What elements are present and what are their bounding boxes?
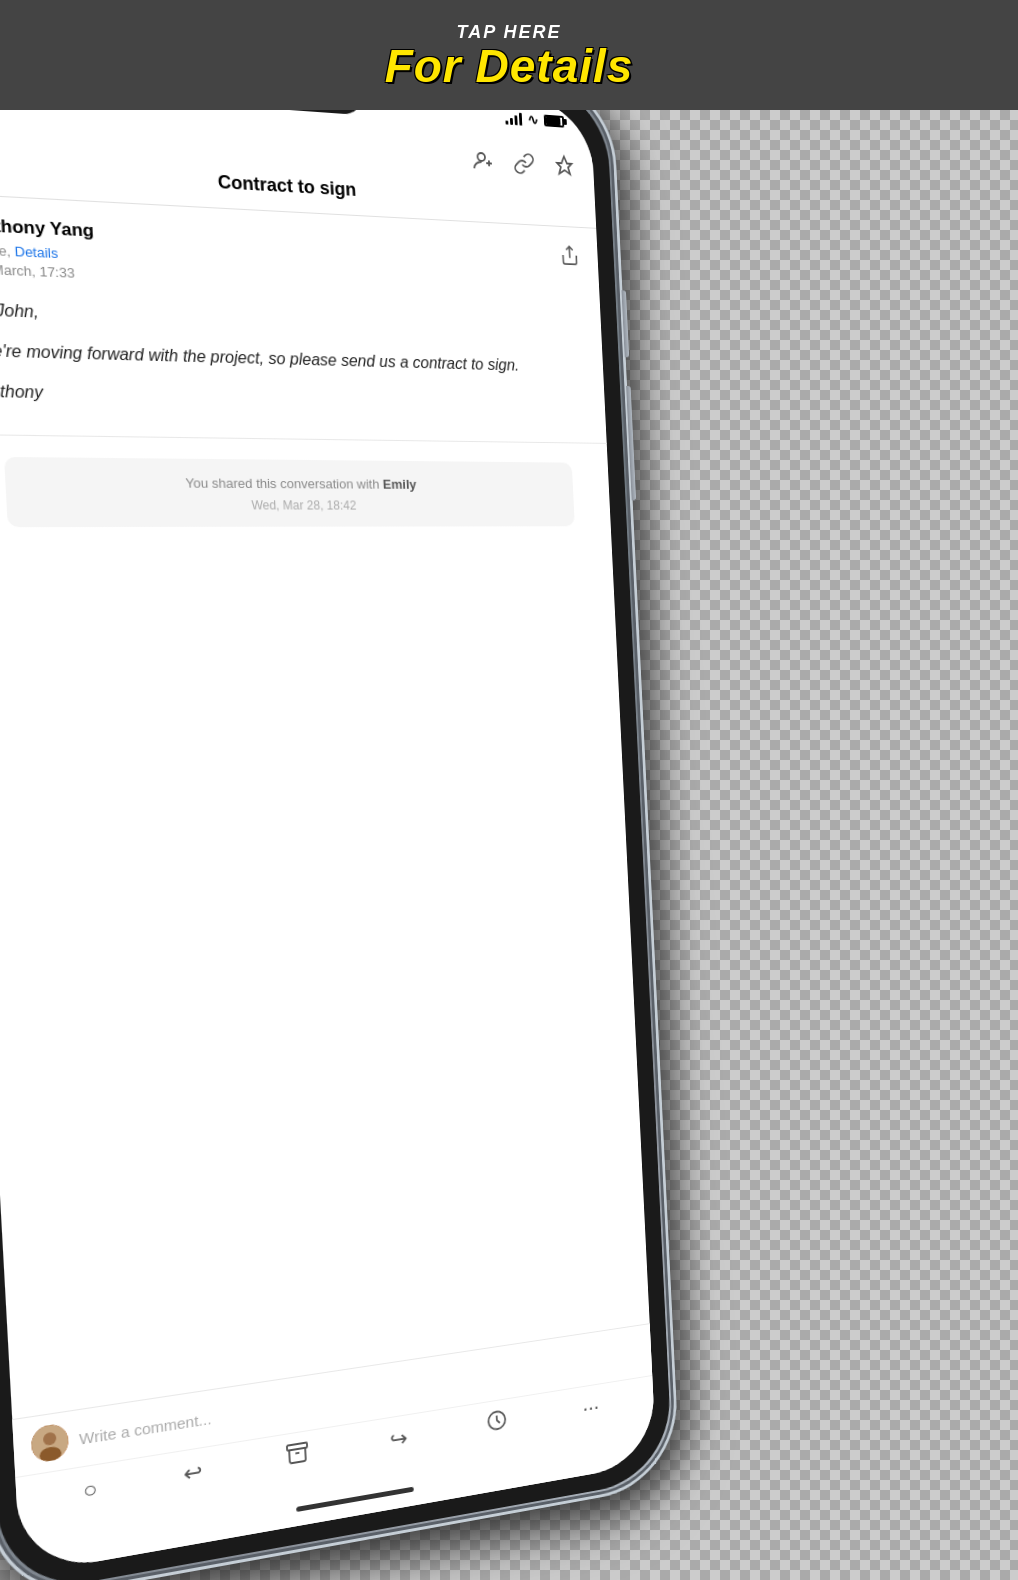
shared-notification: You shared this conversation with Emily … [4, 457, 575, 527]
status-icons: ∿ [505, 110, 564, 130]
shared-date: Wed, Mar 28, 18:42 [24, 497, 560, 512]
shared-text: You shared this conversation with Emily [22, 472, 558, 495]
add-contact-icon[interactable] [472, 149, 496, 179]
email-date: 28 March, 17:33 [0, 261, 75, 281]
pin-icon[interactable] [553, 154, 576, 183]
more-icon[interactable]: ··· [582, 1394, 600, 1421]
svg-point-0 [477, 153, 485, 161]
back-button[interactable]: ‹ [0, 116, 5, 146]
archive-icon[interactable] [285, 1439, 311, 1473]
screen-inner: 18:42 ∿ [0, 53, 657, 1575]
phone-screen: 18:42 ∿ [0, 53, 657, 1575]
svg-line-8 [296, 1453, 300, 1454]
details-link[interactable]: Details [14, 243, 58, 261]
share-icon[interactable] [559, 244, 580, 271]
signature: Anthony [0, 377, 587, 416]
power-button [621, 290, 629, 357]
wifi-icon: ∿ [527, 111, 539, 127]
circle-icon[interactable]: ○ [82, 1476, 98, 1505]
svg-line-3 [569, 246, 570, 258]
email-message: Anthony Yang to Me, Details 28 March, 17… [0, 194, 607, 444]
shared-name: Emily [382, 477, 416, 492]
signal-icon [505, 111, 522, 126]
volume-button-right [626, 386, 636, 501]
forward-icon[interactable]: ↪ [390, 1425, 409, 1453]
home-indicator-bar [296, 1486, 414, 1511]
nav-icons [472, 149, 577, 184]
for-details-label: For Details [385, 43, 634, 89]
svg-rect-7 [287, 1442, 307, 1450]
greeting: Hi John, [0, 297, 584, 344]
email-body-text: We're moving forward with the project, s… [0, 337, 586, 380]
reply-icon[interactable]: ↩ [183, 1458, 203, 1488]
phone-shell: 18:42 ∿ [0, 22, 680, 1580]
battery-icon [544, 115, 565, 128]
shared-prefix: You shared this conversation with [185, 475, 380, 491]
to-label: to Me, [0, 241, 11, 259]
top-banner[interactable]: TAP HERE For Details [0, 0, 1018, 110]
phone-bezel: 18:42 ∿ [0, 32, 673, 1580]
avatar [30, 1422, 69, 1463]
email-body: Hi John, We're moving forward with the p… [0, 297, 587, 416]
phone-wrapper: 18:42 ∿ [0, 22, 751, 1580]
link-icon[interactable] [513, 151, 536, 181]
clock-icon[interactable] [485, 1407, 509, 1440]
